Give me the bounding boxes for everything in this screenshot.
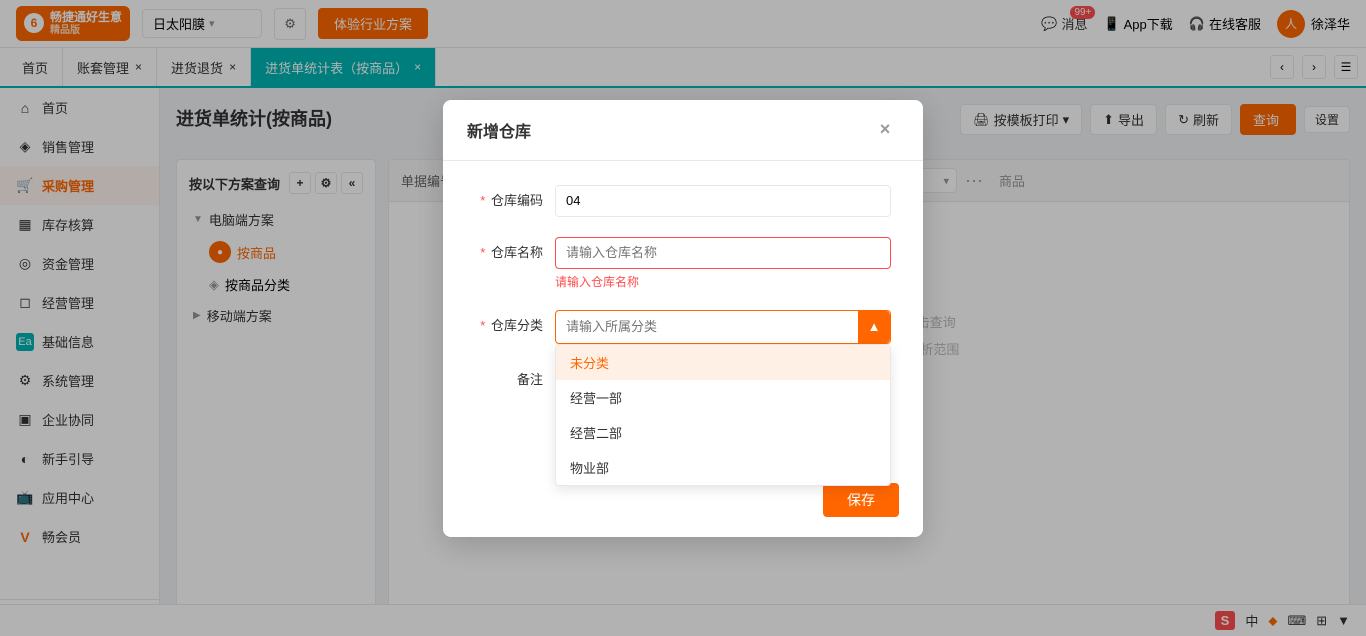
note-label: 备注 [475,364,555,396]
modal-new-warehouse: 新增仓库 × * 仓库编码 * 仓库名称 [443,100,923,537]
modal-title: 新增仓库 [467,118,531,142]
category-label: * 仓库分类 [475,310,555,342]
category-dropdown-list: 未分类 经营一部 经营二部 物业部 [555,344,891,486]
category-dropdown-btn[interactable]: ▲ [858,311,890,343]
form-row-code: * 仓库编码 [475,185,891,217]
modal-header: 新增仓库 × [443,100,923,161]
name-input[interactable] [555,237,891,269]
category-dropdown: ▲ 未分类 经营一部 经营二部 物业部 [555,310,891,344]
category-field: ▲ 未分类 经营一部 经营二部 物业部 [555,310,891,344]
chevron-up-icon: ▲ [868,319,881,334]
name-label: * 仓库名称 [475,237,555,269]
dropdown-item-2[interactable]: 经营二部 [556,415,890,450]
dropdown-item-1[interactable]: 经营一部 [556,380,890,415]
code-input[interactable] [555,185,891,217]
code-field [555,185,891,217]
category-input-row: ▲ [555,310,891,344]
code-label: * 仓库编码 [475,185,555,217]
modal-backdrop: 新增仓库 × * 仓库编码 * 仓库名称 [0,0,1366,636]
save-button[interactable]: 保存 [823,483,899,517]
modal-close-button[interactable]: × [871,116,899,144]
name-error-msg: 请输入仓库名称 [555,273,891,290]
name-field: 请输入仓库名称 [555,237,891,290]
modal-body: * 仓库编码 * 仓库名称 请输入仓库名称 [443,161,923,471]
dropdown-item-3[interactable]: 物业部 [556,450,890,485]
form-row-category: * 仓库分类 ▲ 未分类 经营一部 经 [475,310,891,344]
form-row-name: * 仓库名称 请输入仓库名称 [475,237,891,290]
category-input[interactable] [556,311,858,343]
dropdown-item-0[interactable]: 未分类 [556,345,890,380]
